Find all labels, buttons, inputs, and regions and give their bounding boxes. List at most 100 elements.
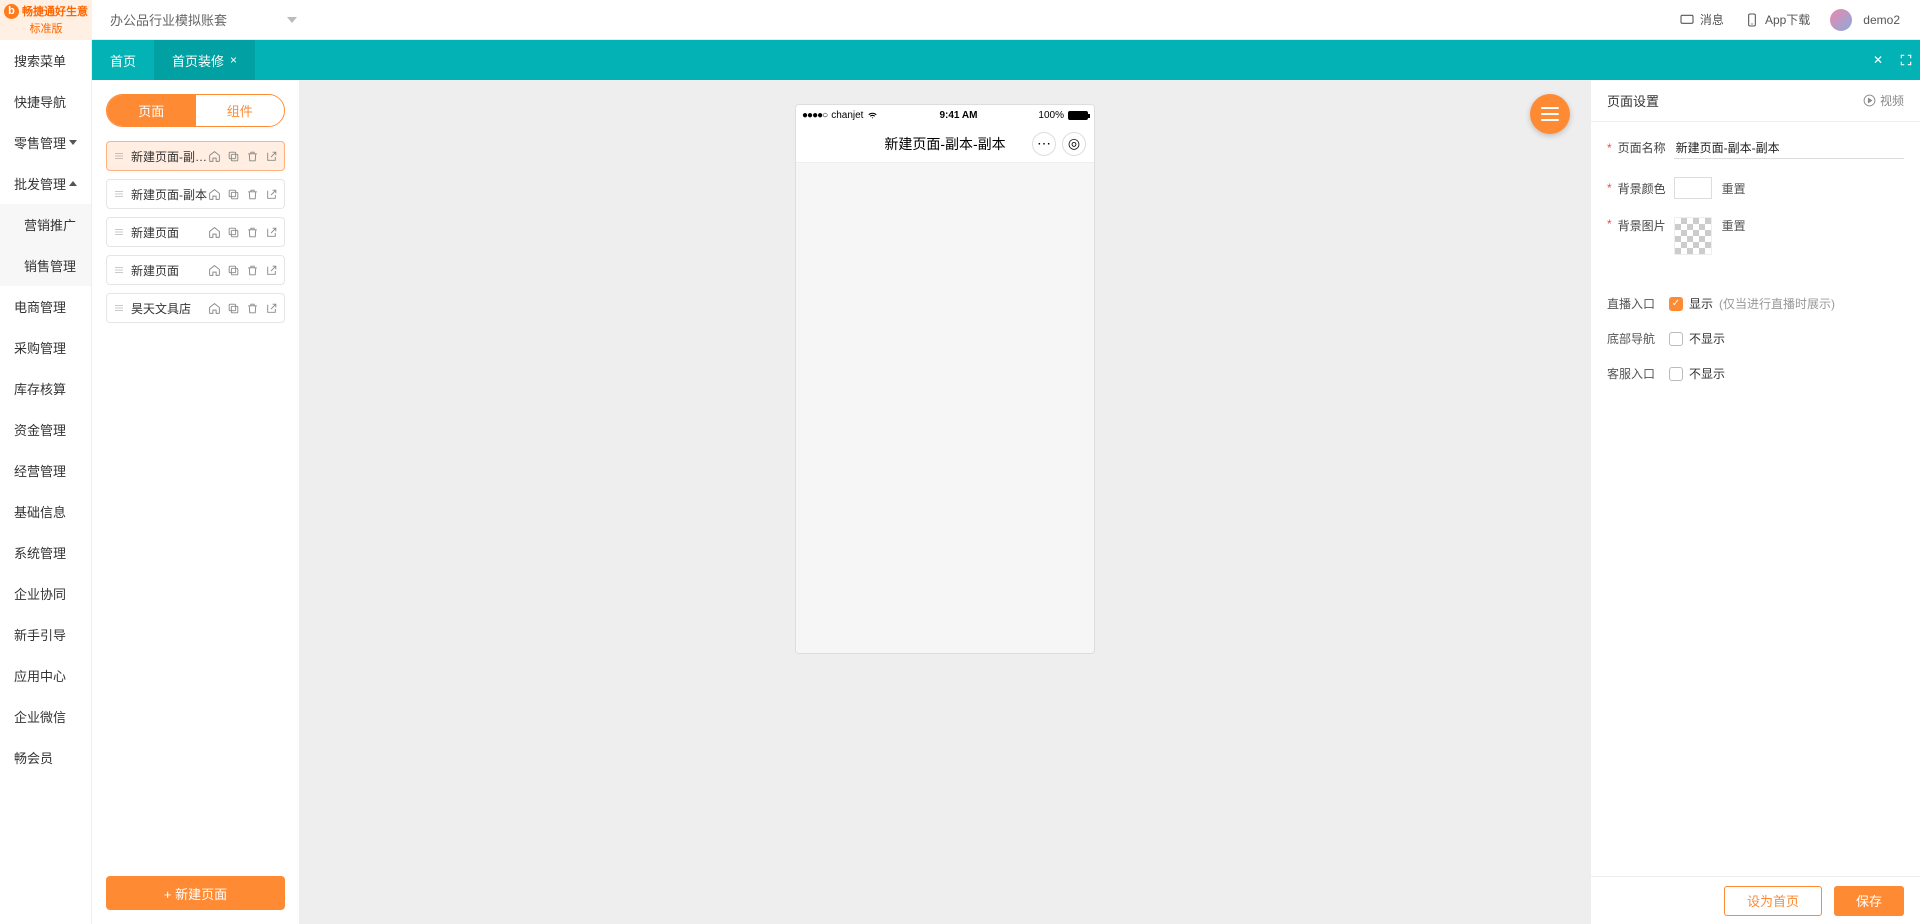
sidebar-item-5[interactable]: 销售管理 xyxy=(0,245,91,286)
copy-icon[interactable] xyxy=(227,302,240,315)
home-icon[interactable] xyxy=(208,302,221,315)
sidebar-item-10[interactable]: 经营管理 xyxy=(0,450,91,491)
page-item-1[interactable]: 新建页面-副本 xyxy=(106,179,285,209)
ext-icon[interactable] xyxy=(265,264,278,277)
input-page-name[interactable] xyxy=(1674,136,1904,159)
battery-icon xyxy=(1068,111,1088,120)
page-name: 昊天文具店 xyxy=(131,300,208,317)
reset-bg-image[interactable]: 重置 xyxy=(1722,217,1746,234)
field-bg-image: *背景图片 重置 xyxy=(1607,217,1904,255)
live-hint: (仅当进行直播时展示) xyxy=(1719,295,1835,312)
bg-image-picker[interactable] xyxy=(1674,217,1712,255)
ext-icon[interactable] xyxy=(265,302,278,315)
tab-首页[interactable]: 首页 xyxy=(92,40,154,80)
del-icon[interactable] xyxy=(246,188,259,201)
segment-pages[interactable]: 页面 xyxy=(107,95,196,126)
sidebar-item-0[interactable]: 搜索菜单 xyxy=(0,40,91,81)
messages-label: 消息 xyxy=(1700,11,1724,28)
label-nav: 底部导航 xyxy=(1607,330,1669,347)
checkbox-live-label: 显示 xyxy=(1689,295,1713,312)
sidebar-item-8[interactable]: 库存核算 xyxy=(0,368,91,409)
hamburger-fab[interactable] xyxy=(1530,94,1570,134)
sidebar-item-17[interactable]: 畅会员 xyxy=(0,737,91,778)
home-icon[interactable] xyxy=(208,188,221,201)
org-selector[interactable]: 办公品行业模拟账套 xyxy=(110,10,297,29)
sidebar-item-1[interactable]: 快捷导航 xyxy=(0,81,91,122)
sidebar-item-11[interactable]: 基础信息 xyxy=(0,491,91,532)
page-item-2[interactable]: 新建页面 xyxy=(106,217,285,247)
ext-icon[interactable] xyxy=(265,150,278,163)
phone-menu-icon[interactable]: ⋯ xyxy=(1032,132,1056,156)
copy-icon[interactable] xyxy=(227,226,240,239)
sidebar-item-4[interactable]: 营销推广 xyxy=(0,204,91,245)
reset-bg-color[interactable]: 重置 xyxy=(1722,180,1746,197)
sidebar-item-3[interactable]: 批发管理 xyxy=(0,163,91,204)
home-icon[interactable] xyxy=(208,226,221,239)
copy-icon[interactable] xyxy=(227,188,240,201)
phone-status-bar: ●●●●○ chanjet 9:41 AM 100% xyxy=(796,105,1094,125)
brand-name: 畅捷通好生意 xyxy=(22,3,88,19)
phone-time: 9:41 AM xyxy=(878,110,1038,121)
tab-首页装修[interactable]: 首页装修× xyxy=(154,40,255,80)
close-tab-icon[interactable]: ✕ xyxy=(1864,40,1892,80)
download-label: App下载 xyxy=(1765,11,1810,28)
save-button[interactable]: 保存 xyxy=(1834,886,1904,916)
sidebar-item-14[interactable]: 新手引导 xyxy=(0,614,91,655)
sidebar-item-13[interactable]: 企业协同 xyxy=(0,573,91,614)
page-item-4[interactable]: 昊天文具店 xyxy=(106,293,285,323)
field-page-name: *页面名称 xyxy=(1607,136,1904,159)
video-help-link[interactable]: 视频 xyxy=(1863,92,1904,109)
close-icon[interactable]: × xyxy=(230,53,237,67)
battery-percent: 100% xyxy=(1038,110,1064,121)
chevron-up-icon xyxy=(69,181,77,186)
field-bg-color: *背景颜色 重置 xyxy=(1607,177,1904,199)
phone-body[interactable] xyxy=(796,163,1094,653)
sidebar-item-2[interactable]: 零售管理 xyxy=(0,122,91,163)
page-item-3[interactable]: 新建页面 xyxy=(106,255,285,285)
del-icon[interactable] xyxy=(246,150,259,163)
settings-title: 页面设置 xyxy=(1607,91,1659,110)
phone-title-bar: 新建页面-副本-副本 ⋯ ◎ xyxy=(796,125,1094,163)
ext-icon[interactable] xyxy=(265,188,278,201)
avatar xyxy=(1830,9,1852,31)
label-live: 直播入口 xyxy=(1607,295,1669,312)
new-page-button[interactable]: + 新建页面 xyxy=(106,876,285,910)
segment-components[interactable]: 组件 xyxy=(196,95,285,126)
messages-button[interactable]: 消息 xyxy=(1679,11,1724,28)
checkbox-live[interactable]: ✓ xyxy=(1669,297,1683,311)
checkbox-kefu-label: 不显示 xyxy=(1689,365,1725,382)
sidebar-item-7[interactable]: 采购管理 xyxy=(0,327,91,368)
sidebar-item-15[interactable]: 应用中心 xyxy=(0,655,91,696)
del-icon[interactable] xyxy=(246,226,259,239)
bg-color-swatch[interactable] xyxy=(1674,177,1712,199)
ext-icon[interactable] xyxy=(265,226,278,239)
page-item-0[interactable]: 新建页面-副本... xyxy=(106,141,285,171)
home-icon[interactable] xyxy=(208,150,221,163)
settings-panel: 页面设置 视频 *页面名称 *背景颜色 重置 xyxy=(1590,80,1920,924)
signal-icon: ●●●●○ xyxy=(802,110,827,121)
label-bg-color: 背景颜色 xyxy=(1618,180,1674,197)
del-icon[interactable] xyxy=(246,302,259,315)
phone-target-icon[interactable]: ◎ xyxy=(1062,132,1086,156)
fullscreen-icon[interactable] xyxy=(1892,40,1920,80)
message-icon xyxy=(1679,12,1695,28)
user-menu[interactable]: demo2 xyxy=(1830,9,1900,31)
page-name: 新建页面-副本 xyxy=(131,186,208,203)
sidebar-item-16[interactable]: 企业微信 xyxy=(0,696,91,737)
label-bg-image: 背景图片 xyxy=(1618,217,1674,234)
phone-icon xyxy=(1744,12,1760,28)
page-name: 新建页面 xyxy=(131,224,208,241)
sidebar-item-12[interactable]: 系统管理 xyxy=(0,532,91,573)
home-icon[interactable] xyxy=(208,264,221,277)
copy-icon[interactable] xyxy=(227,150,240,163)
sidebar-item-6[interactable]: 电商管理 xyxy=(0,286,91,327)
checkbox-nav[interactable] xyxy=(1669,332,1683,346)
page-component-segment: 页面 组件 xyxy=(106,94,285,127)
set-home-button[interactable]: 设为首页 xyxy=(1724,886,1822,916)
chevron-down-icon xyxy=(287,17,297,23)
sidebar-item-9[interactable]: 资金管理 xyxy=(0,409,91,450)
app-download-button[interactable]: App下载 xyxy=(1744,11,1810,28)
copy-icon[interactable] xyxy=(227,264,240,277)
del-icon[interactable] xyxy=(246,264,259,277)
checkbox-kefu[interactable] xyxy=(1669,367,1683,381)
